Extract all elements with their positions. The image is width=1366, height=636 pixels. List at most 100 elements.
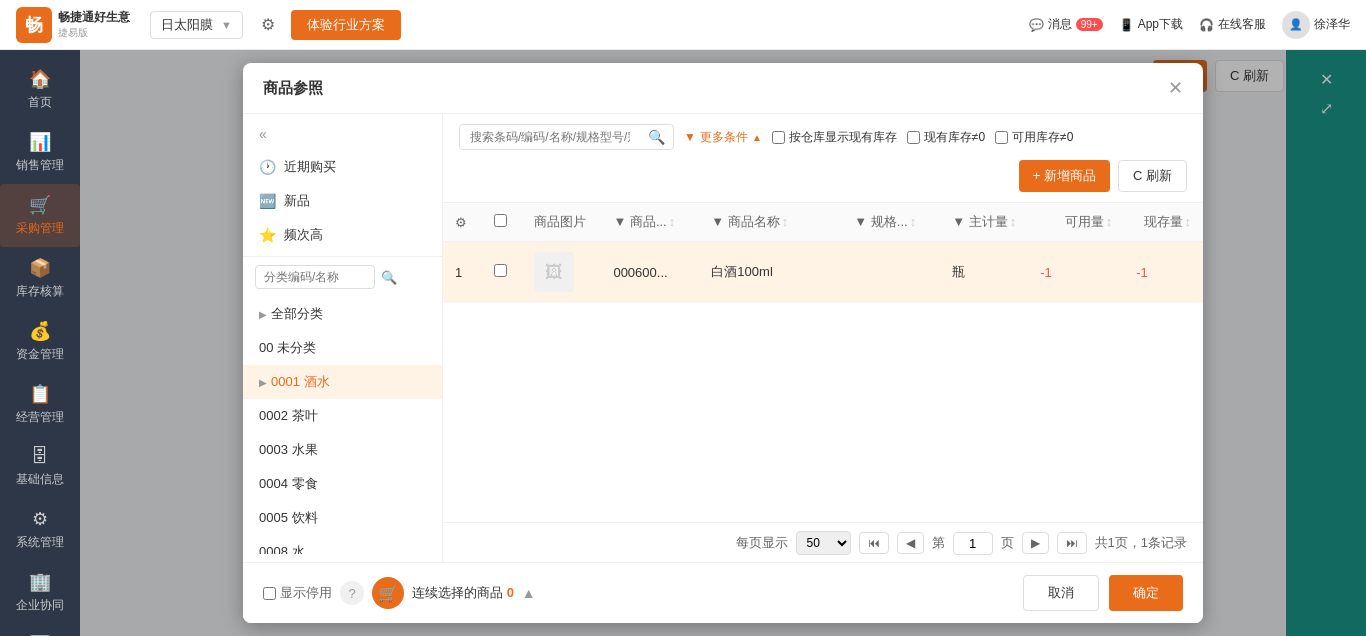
page-input[interactable] — [953, 532, 993, 555]
add-product-btn[interactable]: + 新增商品 — [1019, 160, 1110, 192]
logo: 畅 畅捷通好生意 捷易版 — [16, 7, 130, 43]
message-nav[interactable]: 💬 消息 99+ — [1029, 16, 1103, 33]
inventory-icon: 📦 — [29, 257, 51, 279]
sidebar-item-home[interactable]: 🏠 首页 — [0, 58, 80, 121]
pagination: 每页显示 50 100 200 ⏮ ◀ 第 页 ▶ — [443, 522, 1203, 562]
row-check[interactable] — [482, 242, 522, 303]
expand-icon-0001: ▶ — [259, 377, 267, 388]
col-img-header: 商品图片 — [522, 203, 601, 242]
cart-icon[interactable]: 🛒 — [372, 577, 404, 609]
disabled-checkbox[interactable] — [263, 587, 276, 600]
table-body: 1 🖼 000600... 白酒100ml — [443, 242, 1203, 303]
avail-nonzero-checkbox[interactable] — [995, 131, 1008, 144]
modal-sidebar-top: « — [243, 122, 442, 150]
search-submit-btn[interactable]: 🔍 — [640, 129, 673, 145]
ms-item-recent[interactable]: 🕐 近期购买 — [243, 150, 442, 184]
sidebar-item-sales[interactable]: 📊 销售管理 — [0, 121, 80, 184]
ops-icon: 📋 — [29, 383, 51, 405]
ms-label-new: 新品 — [284, 192, 310, 210]
trial-btn[interactable]: 体验行业方案 — [291, 10, 401, 40]
last-page-btn[interactable]: ⏭ — [1057, 532, 1087, 554]
next-page-btn[interactable]: ▶ — [1022, 532, 1049, 554]
cat-0004[interactable]: 0004 零食 — [243, 467, 442, 501]
sidebar-label-purchase: 采购管理 — [16, 220, 64, 237]
col-name-header[interactable]: ▼ 商品名称↕ — [699, 203, 842, 242]
sidebar-item-finance[interactable]: 💰 资金管理 — [0, 310, 80, 373]
category-search-icon[interactable]: 🔍 — [381, 270, 397, 285]
sidebar-item-basic[interactable]: 🗄 基础信息 — [0, 436, 80, 498]
sort-spec-icon: ↕ — [910, 214, 917, 229]
cat-00[interactable]: 00 未分类 — [243, 331, 442, 365]
store-dropdown[interactable]: 日太阳膜 ▼ — [150, 11, 243, 39]
col-code-header[interactable]: ▼ 商品...↕ — [601, 203, 699, 242]
row-checkbox[interactable] — [494, 264, 507, 277]
stock-nonzero-checkbox[interactable] — [907, 131, 920, 144]
col-avail-header[interactable]: 可用量↕ — [1028, 203, 1124, 242]
refresh-btn[interactable]: C 刷新 — [1118, 160, 1187, 192]
cat-all[interactable]: ▶ 全部分类 — [243, 297, 442, 331]
cat-0005[interactable]: 0005 饮料 — [243, 501, 442, 535]
show-disabled-checkbox[interactable]: 显示停用 — [263, 584, 332, 602]
product-table: ⚙ 商品图片 ▼ 商品...↕ — [443, 203, 1203, 562]
col-settings: ⚙ — [443, 203, 482, 242]
per-page-label: 每页显示 — [736, 534, 788, 552]
toolbar-right: + 新增商品 C 刷新 — [1019, 160, 1187, 192]
category-search: 🔍 — [243, 261, 442, 293]
sidebar-item-system[interactable]: ⚙ 系统管理 — [0, 498, 80, 561]
finance-icon: 💰 — [29, 320, 51, 342]
sidebar-collapse-icon[interactable]: « — [255, 126, 271, 142]
app-download-nav[interactable]: 📱 App下载 — [1119, 16, 1183, 33]
sidebar-item-ops[interactable]: 📋 经营管理 — [0, 373, 80, 436]
clock-icon: 🕐 — [259, 159, 276, 175]
collapse-icon[interactable]: ▲ — [522, 585, 536, 601]
ms-item-new[interactable]: 🆕 新品 — [243, 184, 442, 218]
cat-0003[interactable]: 0003 水果 — [243, 433, 442, 467]
page-suffix: 页 — [1001, 534, 1014, 552]
cat-0008[interactable]: 0008 水 — [243, 535, 442, 554]
checkbox-avail[interactable]: 可用库存≠0 — [995, 129, 1073, 146]
first-page-btn[interactable]: ⏮ — [859, 532, 889, 554]
cat-0002[interactable]: 0002 茶叶 — [243, 399, 442, 433]
star-icon: ⭐ — [259, 227, 276, 243]
dropdown-arrow-icon: ▼ — [221, 19, 232, 31]
modal-close-icon[interactable]: ✕ — [1168, 77, 1183, 99]
ms-label-recent: 近期购买 — [284, 158, 336, 176]
warehouse-checkbox[interactable] — [772, 131, 785, 144]
product-search-input[interactable] — [460, 125, 640, 149]
select-all-checkbox[interactable] — [494, 214, 507, 227]
purchase-icon: 🛒 — [29, 194, 51, 216]
cart-text: 连续选择的商品 0 — [412, 584, 514, 602]
cat-0001[interactable]: ▶ 0001 酒水 — [243, 365, 442, 399]
category-search-input[interactable] — [255, 265, 375, 289]
sidebar: 🏠 首页 📊 销售管理 🛒 采购管理 📦 库存核算 💰 资金管理 📋 经营管理 … — [0, 50, 80, 636]
per-page-select[interactable]: 50 100 200 — [796, 531, 851, 555]
filter-btn[interactable]: ▼ 更多条件 ▲ — [684, 129, 762, 146]
row-spec — [842, 242, 940, 303]
prev-page-btn[interactable]: ◀ — [897, 532, 924, 554]
cancel-btn[interactable]: 取消 — [1023, 575, 1099, 611]
logo-text: 畅捷通好生意 捷易版 — [58, 9, 130, 40]
sort-unit-icon: ↕ — [1010, 214, 1017, 229]
sales-icon: 📊 — [29, 131, 51, 153]
modal-sidebar: « 🕐 近期购买 🆕 新品 ⭐ 频次高 — [243, 114, 443, 562]
sidebar-item-inventory[interactable]: 📦 库存核算 — [0, 247, 80, 310]
footer-right: 取消 确定 — [1023, 575, 1183, 611]
user-nav[interactable]: 👤 徐泽华 — [1282, 11, 1350, 39]
table-row[interactable]: 1 🖼 000600... 白酒100ml — [443, 242, 1203, 303]
sort-stock-icon: ↕ — [1185, 214, 1192, 229]
confirm-btn[interactable]: 确定 — [1109, 575, 1183, 611]
sidebar-item-guide[interactable]: 🆕 新手引导 — [0, 624, 80, 636]
sidebar-item-enterprise[interactable]: 🏢 企业协同 — [0, 561, 80, 624]
col-unit-header[interactable]: ▼ 主计量↕ — [940, 203, 1028, 242]
checkbox-warehouse[interactable]: 按仓库显示现有库存 — [772, 129, 897, 146]
ms-label-frequent: 频次高 — [284, 226, 323, 244]
sidebar-item-purchase[interactable]: 🛒 采购管理 — [0, 184, 80, 247]
checkbox-stock[interactable]: 现有库存≠0 — [907, 129, 985, 146]
col-stock-header[interactable]: 现存量↕ — [1124, 203, 1203, 242]
logo-icon: 畅 — [16, 7, 52, 43]
service-nav[interactable]: 🎧 在线客服 — [1199, 16, 1266, 33]
settings-icon[interactable]: ⚙ — [261, 15, 275, 34]
ms-item-frequent[interactable]: ⭐ 频次高 — [243, 218, 442, 252]
col-spec-header[interactable]: ▼ 规格...↕ — [842, 203, 940, 242]
help-icon[interactable]: ? — [340, 581, 364, 605]
